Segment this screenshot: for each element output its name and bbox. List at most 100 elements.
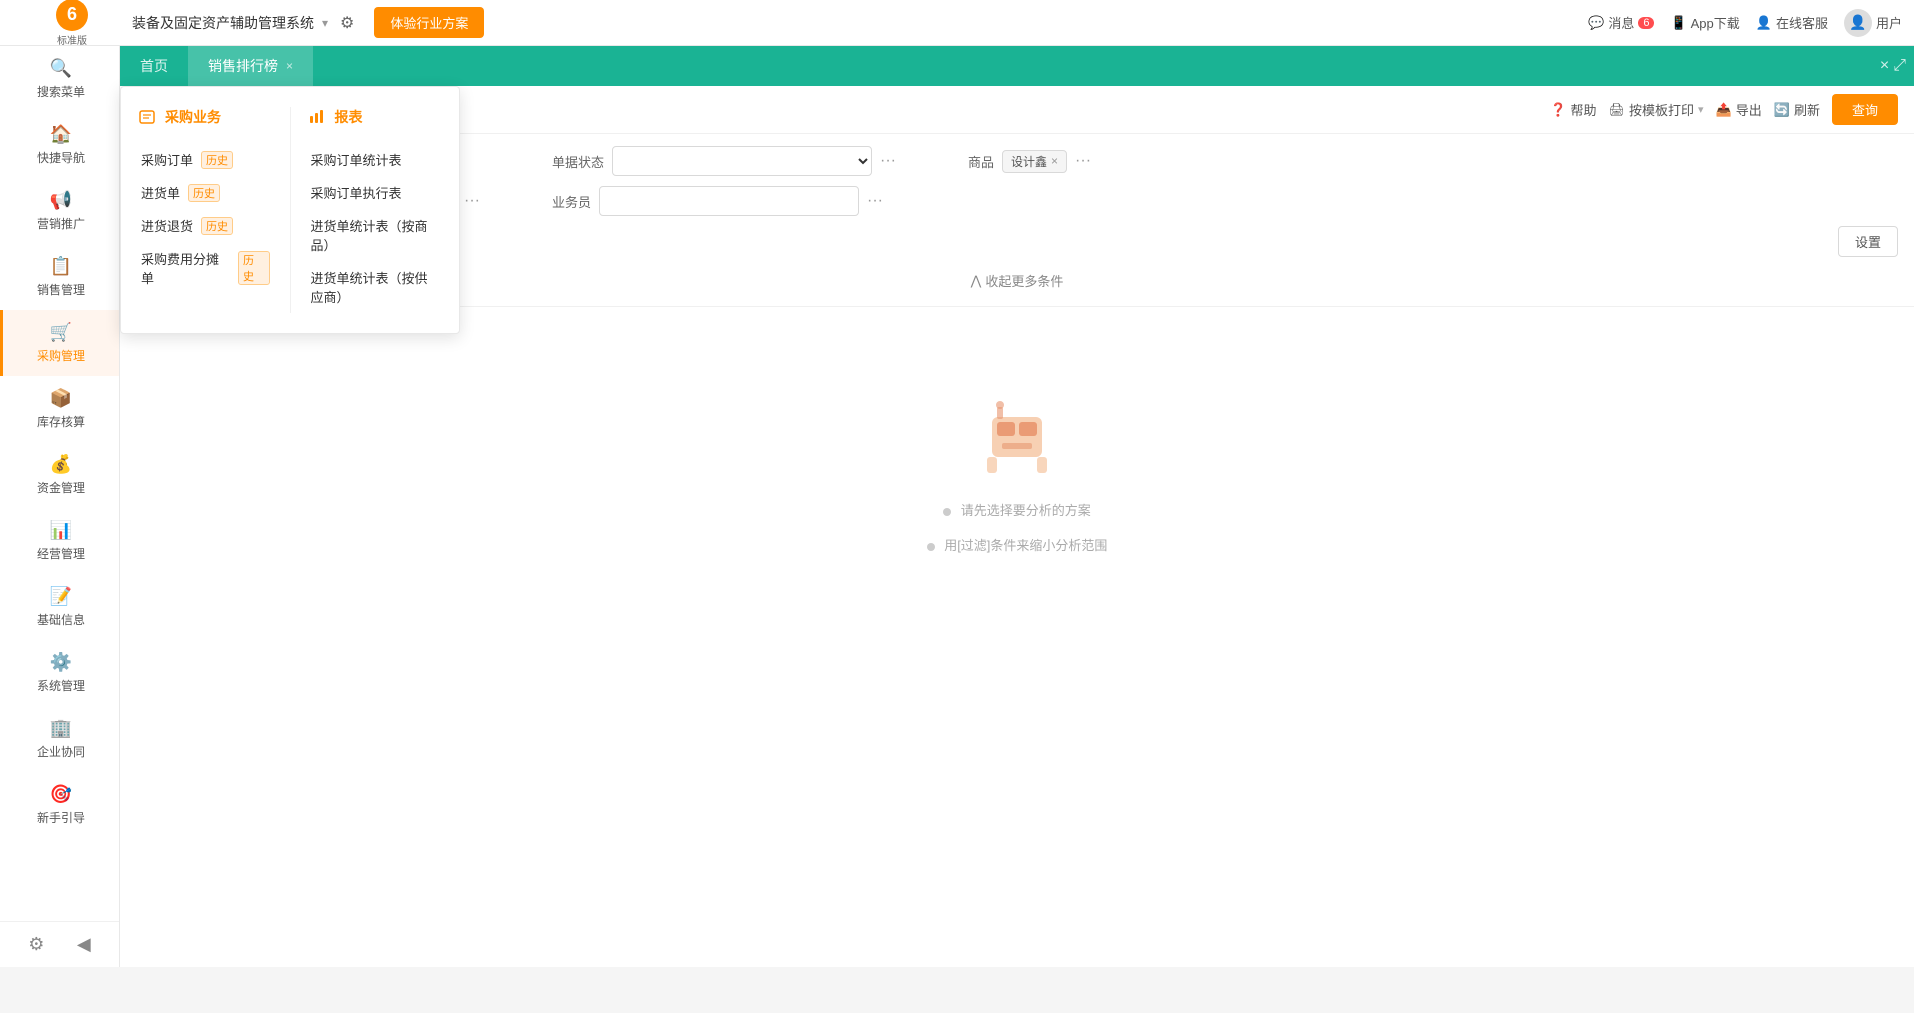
sidebar-label-basic: 基础信息 [37, 611, 85, 628]
salesperson-input[interactable] [599, 186, 859, 216]
message-label: 消息 [1608, 13, 1634, 32]
phone-icon: 📱 [1670, 15, 1686, 31]
search-icon: 🔍 [50, 58, 72, 79]
purchase-order-hist: 历史 [201, 151, 233, 169]
sidebar-item-search[interactable]: 🔍 搜索菜单 [0, 46, 119, 112]
app-download-item[interactable]: 📱 App下载 [1670, 13, 1739, 32]
avatar-icon: 👤 [1849, 14, 1866, 31]
sidebar-label-inventory: 库存核算 [37, 413, 85, 430]
receipt-stats-goods-label: 进货单统计表（按商品） [311, 216, 440, 254]
refresh-icon: 🔄 [1774, 102, 1790, 118]
purchase-icon: 🛒 [50, 322, 72, 343]
sidebar-label-guide: 新手引导 [37, 809, 85, 826]
goods-label: 商品 [968, 152, 994, 171]
sidebar-item-finance[interactable]: 💰 资金管理 [0, 442, 119, 508]
dropdown-item-goods-return[interactable]: 进货退货 历史 [137, 209, 274, 242]
goods-tag-close[interactable]: × [1051, 154, 1058, 168]
dropdown-item-purchase-expense[interactable]: 采购费用分摊单 历史 [137, 242, 274, 294]
purchase-order-exec-label: 采购订单执行表 [311, 183, 402, 202]
sidebar-label-system: 系统管理 [37, 677, 85, 694]
collapse-up-icon: ⋀ [971, 273, 982, 289]
print-button[interactable]: 🖨 按模板打印 ▾ [1609, 100, 1704, 119]
enterprise-icon: 🏢 [50, 718, 72, 739]
dropdown-item-purchase-order-stats[interactable]: 采购订单统计表 [307, 143, 444, 176]
dropdown-col-report-header: 报表 [307, 107, 444, 133]
sidebar: 🔍 搜索菜单 🏠 快捷导航 📢 营销推广 📋 销售管理 🛒 采购管理 📦 库存核… [0, 46, 120, 967]
online-service-label: 在线客服 [1776, 13, 1828, 32]
refresh-button[interactable]: 🔄 刷新 [1774, 100, 1820, 119]
sidebar-item-basic[interactable]: 📝 基础信息 [0, 574, 119, 640]
settings-button[interactable]: 设置 [1838, 226, 1898, 257]
export-label: 导出 [1736, 100, 1762, 119]
system-settings-icon[interactable]: ⚙ [340, 13, 354, 33]
dropdown-item-purchase-order[interactable]: 采购订单 历史 [137, 143, 274, 176]
goods-dots[interactable]: ··· [1075, 152, 1091, 170]
query-button[interactable]: 查询 [1832, 94, 1898, 125]
sidebar-collapse-btn[interactable]: ◀ [77, 934, 91, 955]
online-service-item[interactable]: 👤 在线客服 [1756, 13, 1828, 32]
tab-home[interactable]: 首页 [120, 46, 188, 86]
tab-window-expand-icon[interactable]: ⤢ [1893, 57, 1906, 75]
help-icon: ❓ [1550, 102, 1566, 118]
sales-icon: 📋 [50, 256, 72, 277]
print-arrow[interactable]: ▾ [1698, 103, 1704, 116]
sidebar-item-system[interactable]: ⚙️ 系统管理 [0, 640, 119, 706]
salesperson-dots[interactable]: ··· [867, 192, 883, 210]
finance-icon: 💰 [50, 454, 72, 475]
sidebar-label-marketing: 营销推广 [37, 215, 85, 232]
system-dropdown-arrow[interactable]: ▾ [322, 16, 328, 30]
dropdown-item-receipt-stats-goods[interactable]: 进货单统计表（按商品） [307, 209, 444, 261]
tab-home-label: 首页 [140, 56, 168, 76]
trial-button[interactable]: 体验行业方案 [374, 7, 484, 38]
sidebar-label-finance: 资金管理 [37, 479, 85, 496]
sidebar-item-inventory[interactable]: 📦 库存核算 [0, 376, 119, 442]
salesperson-label: 业务员 [552, 192, 591, 211]
purchase-dropdown-menu: 采购业务 采购订单 历史 进货单 历史 进货退货 历史 采购费用分摊单 历史 [120, 86, 460, 334]
sidebar-item-sales[interactable]: 📋 销售管理 [0, 244, 119, 310]
goods-tag: 设计鑫 × [1002, 150, 1067, 173]
sidebar-item-quicknav[interactable]: 🏠 快捷导航 [0, 112, 119, 178]
operations-icon: 📊 [50, 520, 72, 541]
export-button[interactable]: 📤 导出 [1716, 100, 1762, 119]
purchase-col-icon [137, 107, 157, 127]
logo-subtitle: 标准版 [57, 32, 87, 47]
dropdown-item-receipt-stats-supplier[interactable]: 进货单统计表（按供应商） [307, 261, 444, 313]
bill-status-dots[interactable]: ··· [880, 152, 896, 170]
empty-icon [967, 387, 1067, 487]
sidebar-item-purchase[interactable]: 🛒 采购管理 [0, 310, 119, 376]
purchase-expense-label: 采购费用分摊单 [141, 249, 230, 287]
rank-dots[interactable]: ··· [464, 192, 480, 210]
sidebar-settings-btn[interactable]: ⚙ [28, 934, 44, 955]
filter-bill-status: 单据状态 ··· [552, 146, 952, 176]
user-label: 用户 [1876, 13, 1902, 32]
sidebar-label-sales: 销售管理 [37, 281, 85, 298]
home-icon: 🏠 [50, 124, 72, 145]
tab-sales-ranking[interactable]: 销售排行榜 × [188, 46, 313, 86]
logo-area: 6 标准版 [12, 0, 132, 47]
goods-return-hist: 历史 [201, 217, 233, 235]
tab-right-actions: × ⤢ [1880, 57, 1914, 75]
sidebar-item-marketing[interactable]: 📢 营销推广 [0, 178, 119, 244]
sidebar-item-guide[interactable]: 🎯 新手引导 [0, 772, 119, 838]
dropdown-item-goods-receipt[interactable]: 进货单 历史 [137, 176, 274, 209]
basic-icon: 📝 [50, 586, 72, 607]
dropdown-col-report-title: 报表 [335, 107, 363, 127]
message-badge: 6 [1638, 17, 1654, 29]
sidebar-item-operations[interactable]: 📊 经营管理 [0, 508, 119, 574]
goods-tag-text: 设计鑫 [1011, 153, 1047, 170]
sidebar-item-enterprise[interactable]: 🏢 企业协同 [0, 706, 119, 772]
dropdown-cols: 采购业务 采购订单 历史 进货单 历史 进货退货 历史 采购费用分摊单 历史 [121, 99, 459, 321]
tab-close-icon[interactable]: × [286, 59, 293, 73]
dropdown-col-purchase-header: 采购业务 [137, 107, 274, 133]
tab-window-close-icon[interactable]: × [1880, 57, 1889, 75]
sidebar-label-quicknav: 快捷导航 [37, 149, 85, 166]
user-item[interactable]: 👤 用户 [1844, 9, 1902, 37]
help-button[interactable]: ❓ 帮助 [1550, 100, 1596, 119]
dropdown-item-purchase-order-exec[interactable]: 采购订单执行表 [307, 176, 444, 209]
user-avatar: 👤 [1844, 9, 1872, 37]
service-icon: 👤 [1756, 15, 1772, 31]
guide-icon: 🎯 [50, 784, 72, 805]
message-item[interactable]: 💬 消息 6 [1588, 13, 1654, 32]
bill-status-select[interactable] [612, 146, 872, 176]
help-label: 帮助 [1571, 100, 1597, 119]
